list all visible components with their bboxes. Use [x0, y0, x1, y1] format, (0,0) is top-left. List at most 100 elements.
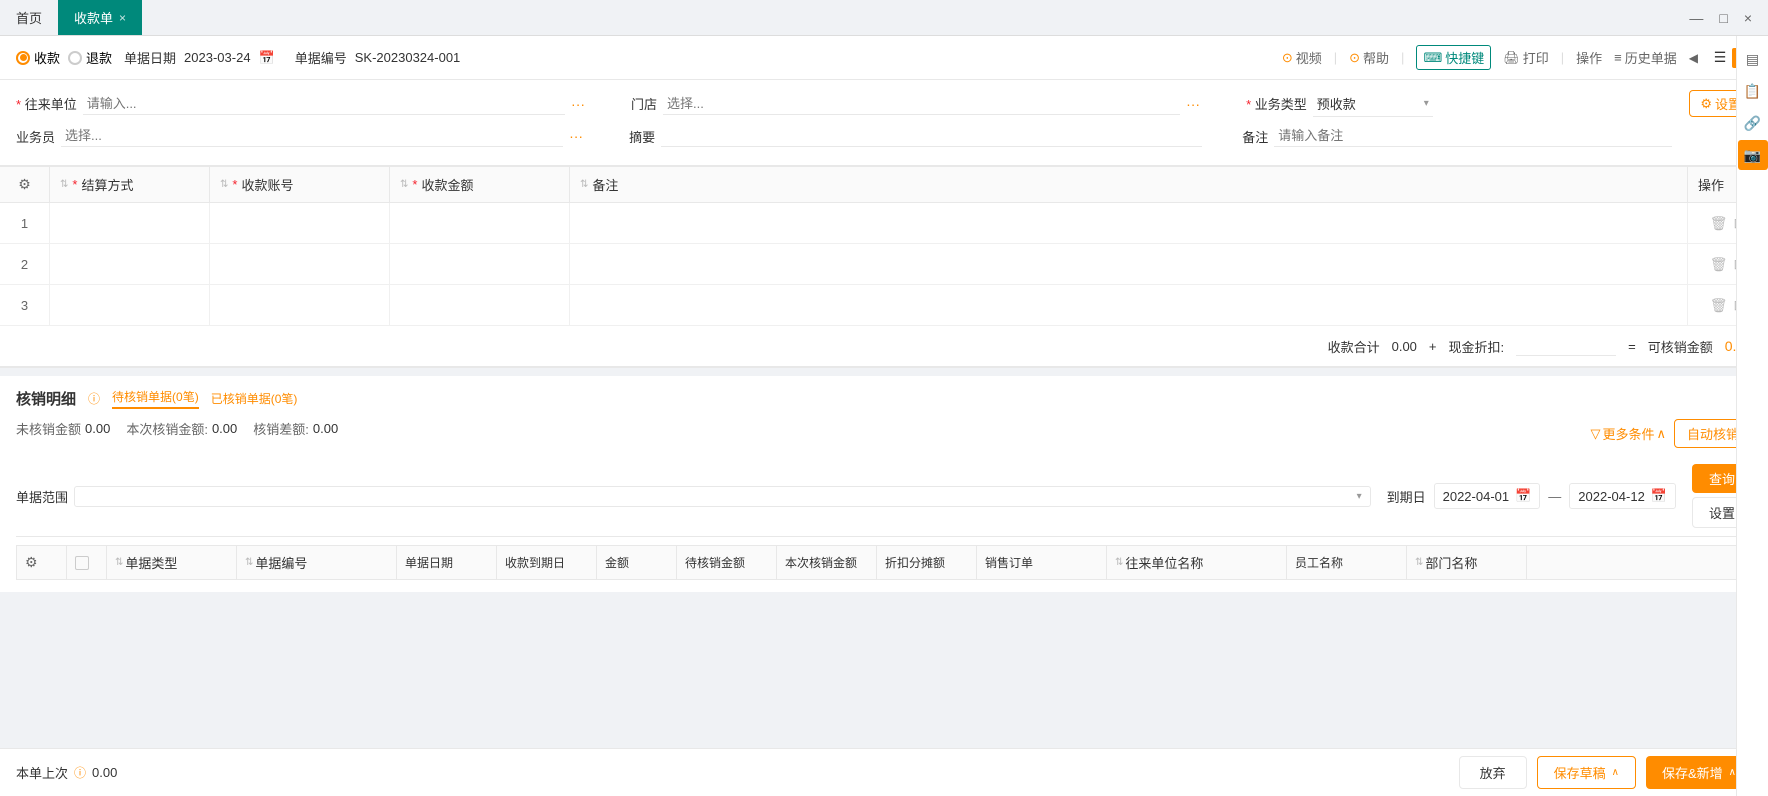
row2-amount[interactable]: [390, 244, 570, 284]
delete-icon[interactable]: 🗑: [1710, 297, 1728, 314]
bth-doc-type: ⇅ 单据类型: [107, 546, 237, 579]
draft-arrow-icon: ∧: [1612, 767, 1619, 778]
collection-value: 0.00: [1392, 339, 1417, 354]
row1-payment[interactable]: [50, 203, 210, 243]
row2-remark[interactable]: [570, 244, 1688, 284]
discount-label: 现金折扣:: [1449, 337, 1505, 356]
result-label: 可核销金额: [1648, 337, 1713, 356]
table-row: 2 🗑 ⊞: [0, 244, 1768, 285]
close-window-button[interactable]: ×: [1740, 10, 1756, 26]
row3-amount[interactable]: [390, 285, 570, 325]
list-view-button[interactable]: ☰: [1710, 48, 1730, 68]
business-type-select[interactable]: 预收款 ▾: [1313, 91, 1433, 117]
table-row: 1 🗑 ⊞: [0, 203, 1768, 244]
verify-stats-row: 未核销金额 0.00 本次核销金额: 0.00 核销差额: 0.00 ▽ 更多条…: [16, 419, 1752, 448]
toolbar: 收款 退款 单据日期 2023-03-24 📅 单据编号 SK-20230324…: [0, 36, 1768, 80]
more-conditions-button[interactable]: ▽ 更多条件 ∧: [1590, 424, 1666, 443]
video-button[interactable]: ⊙ 视频: [1282, 48, 1322, 67]
summary-input[interactable]: [661, 125, 1202, 147]
row3-payment[interactable]: [50, 285, 210, 325]
row2-account[interactable]: [210, 244, 390, 284]
date-to-input[interactable]: 2022-04-12 📅: [1569, 483, 1676, 509]
gear-icon: ⚙: [18, 176, 31, 193]
pending-tab[interactable]: 待核销单据(0笔): [112, 388, 199, 409]
minimize-button[interactable]: —: [1685, 10, 1707, 26]
staff-input[interactable]: [61, 125, 563, 147]
staff-field: 业务员 ···: [16, 125, 589, 147]
form-area: * 往来单位 ··· 门店 ··· * 业务类型 预收款 ▾ ⚙: [0, 80, 1768, 166]
doc-scope-select[interactable]: ▾: [74, 486, 1371, 507]
table-row: 3 🗑 ⊞: [0, 285, 1768, 326]
maximize-button[interactable]: □: [1715, 10, 1731, 26]
operate-button[interactable]: 操作: [1576, 48, 1602, 67]
window-controls: — □ ×: [1685, 10, 1768, 26]
row3-num: 3: [0, 285, 50, 325]
sidebar-icon-copy[interactable]: 📋: [1738, 76, 1768, 106]
tab-close-icon[interactable]: ×: [119, 11, 126, 25]
remark-input[interactable]: [1274, 125, 1672, 147]
bth-gear[interactable]: ⚙: [17, 546, 67, 579]
bottom-table-header: ⚙ ⇅ 单据类型 ⇅ 单据编号 单据日期 收款到期日 金额 待核销金额 本次核销…: [16, 545, 1752, 580]
date-from-input[interactable]: 2022-04-01 📅: [1434, 483, 1541, 509]
receipt-table: ⚙ ⇅ * 结算方式 ⇅ * 收款账号 ⇅ * 收款金额 ⇅ 备注 操作 1 �: [0, 166, 1768, 326]
sidebar-icon-capture[interactable]: 📷: [1738, 140, 1768, 170]
print-button[interactable]: 🖨 打印: [1503, 48, 1549, 67]
bth-doc-date: 单据日期: [397, 546, 497, 579]
shortcut-button[interactable]: ⌨ 快捷键: [1416, 45, 1491, 70]
footer-buttons: 放弃 保存草稿 ∧ 保存&新增 ∧: [1459, 756, 1752, 789]
sidebar-icon-table[interactable]: ▤: [1738, 44, 1768, 74]
footer-label: 本单上次: [16, 763, 68, 782]
remark-label: 备注: [1242, 127, 1274, 146]
row1-account[interactable]: [210, 203, 390, 243]
row2-payment[interactable]: [50, 244, 210, 284]
calendar-icon[interactable]: 📅: [259, 50, 275, 66]
history-button[interactable]: ≡ 历史单据: [1614, 48, 1677, 67]
store-more-button[interactable]: ···: [1180, 96, 1206, 112]
verify-info-icon[interactable]: ⓘ: [88, 390, 100, 407]
row1-amount[interactable]: [390, 203, 570, 243]
row1-remark[interactable]: [570, 203, 1688, 243]
bottom-gear-icon: ⚙: [25, 554, 38, 571]
discount-input[interactable]: [1516, 336, 1616, 356]
date-label: 单据日期: [124, 48, 176, 67]
radio-income[interactable]: 收款: [16, 48, 60, 67]
remark-field: 备注: [1242, 125, 1672, 147]
footer-info-icon[interactable]: ⓘ: [74, 764, 86, 781]
save-draft-button[interactable]: 保存草稿 ∧: [1537, 756, 1636, 789]
radio-refund[interactable]: 退款: [68, 48, 112, 67]
prev-button[interactable]: ◀: [1689, 51, 1698, 65]
store-field: 门店 ···: [631, 93, 1206, 115]
date-from-value: 2022-04-01: [1443, 489, 1510, 504]
save-draft-label: 保存草稿: [1554, 763, 1606, 782]
bth-staff: 员工名称: [1287, 546, 1407, 579]
sidebar-icon-link[interactable]: 🔗: [1738, 108, 1768, 138]
save-arrow-icon: ∧: [1729, 767, 1736, 778]
th-settings[interactable]: ⚙: [0, 167, 50, 202]
counterpart-input[interactable]: [83, 93, 565, 115]
staff-more-button[interactable]: ···: [563, 128, 589, 144]
due-date-label: 到期日: [1387, 487, 1426, 506]
tab-active[interactable]: 收款单 ×: [58, 0, 142, 35]
row3-account[interactable]: [210, 285, 390, 325]
row3-remark[interactable]: [570, 285, 1688, 325]
discard-button[interactable]: 放弃: [1459, 756, 1527, 789]
bth-counterpart: ⇅ 往来单位名称: [1107, 546, 1287, 579]
date-dash: —: [1548, 489, 1561, 504]
done-tab[interactable]: 已核销单据(0笔): [211, 390, 298, 407]
select-all-checkbox[interactable]: [75, 556, 89, 570]
bth-checkbox[interactable]: [67, 546, 107, 579]
current-label: 本次核销金额:: [126, 419, 208, 438]
help-button[interactable]: ⊙ 帮助: [1349, 48, 1389, 67]
tab-home[interactable]: 首页: [0, 0, 58, 35]
delete-icon[interactable]: 🗑: [1710, 215, 1728, 232]
settings-icon: ⚙: [1700, 96, 1712, 112]
unclaimed-value: 0.00: [85, 421, 110, 436]
filter-row: 单据范围 ▾ 到期日 2022-04-01 📅 — 2022-04-12 📅 查…: [16, 456, 1752, 537]
counterpart-label: * 往来单位: [16, 94, 83, 113]
delete-icon[interactable]: 🗑: [1710, 256, 1728, 273]
store-input[interactable]: [663, 93, 1180, 115]
th-account: ⇅ * 收款账号: [210, 167, 390, 202]
counterpart-more-button[interactable]: ···: [565, 96, 591, 112]
collection-label: 收款合计: [1328, 337, 1380, 356]
summary-row: 收款合计 0.00 + 现金折扣: = 可核销金额 0.00: [0, 326, 1768, 368]
